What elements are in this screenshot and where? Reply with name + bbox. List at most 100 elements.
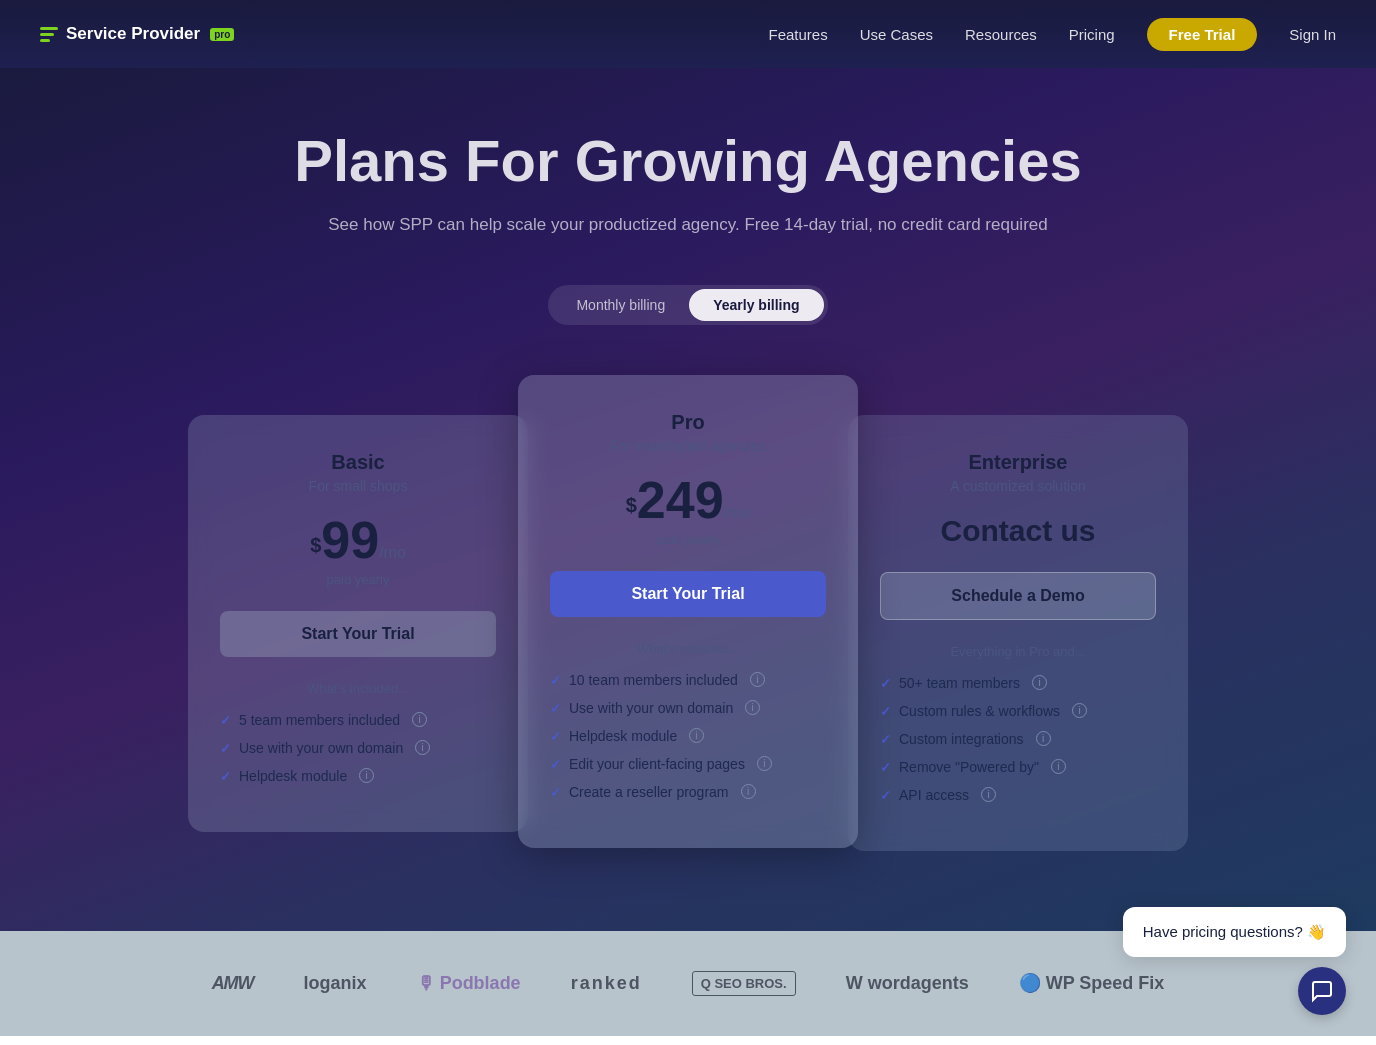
- feature-text: API access: [899, 787, 969, 803]
- list-item: ✓ 10 team members included i: [550, 672, 826, 688]
- logo-wordagents: W wordagents: [846, 973, 969, 994]
- pro-plan-subtitle: For established agencies: [550, 438, 826, 454]
- pro-plan-price: $249/mo: [550, 474, 826, 526]
- basic-feature-list: ✓ 5 team members included i ✓ Use with y…: [220, 712, 496, 784]
- info-icon[interactable]: i: [741, 784, 756, 799]
- feature-text: Helpdesk module: [569, 728, 677, 744]
- list-item: ✓ 50+ team members i: [880, 675, 1156, 691]
- nav-features[interactable]: Features: [768, 26, 827, 43]
- check-icon: ✓: [880, 788, 891, 803]
- list-item: ✓ Custom integrations i: [880, 731, 1156, 747]
- feature-text: 5 team members included: [239, 712, 400, 728]
- info-icon[interactable]: i: [412, 712, 427, 727]
- enterprise-plan-subtitle: A customized solution: [880, 478, 1156, 494]
- info-icon[interactable]: i: [1032, 675, 1047, 690]
- list-item: ✓ Create a reseller program i: [550, 784, 826, 800]
- pro-currency: $: [626, 493, 637, 515]
- basic-start-trial-button[interactable]: Start Your Trial: [220, 611, 496, 657]
- basic-plan-subtitle: For small shops: [220, 478, 496, 494]
- feature-text: Use with your own domain: [239, 740, 403, 756]
- chat-bubble: Have pricing questions? 👋: [1123, 907, 1346, 957]
- nav-resources[interactable]: Resources: [965, 26, 1037, 43]
- check-icon: ✓: [550, 785, 561, 800]
- feature-text: 10 team members included: [569, 672, 738, 688]
- check-icon: ✓: [880, 676, 891, 691]
- feature-text: 50+ team members: [899, 675, 1020, 691]
- hero-title: Plans For Growing Agencies: [20, 128, 1356, 195]
- info-icon[interactable]: i: [415, 740, 430, 755]
- schedule-demo-button[interactable]: Schedule a Demo: [880, 572, 1156, 620]
- check-icon: ✓: [220, 741, 231, 756]
- pro-start-trial-button[interactable]: Start Your Trial: [550, 571, 826, 617]
- pro-period: /mo: [724, 504, 751, 521]
- info-icon[interactable]: i: [981, 787, 996, 802]
- basic-plan-price: $99/mo: [220, 514, 496, 566]
- feature-text: Helpdesk module: [239, 768, 347, 784]
- check-icon: ✓: [550, 701, 561, 716]
- logo[interactable]: Service Provider pro: [40, 24, 234, 44]
- pro-plan-card: Pro For established agencies $249/mo pai…: [518, 375, 858, 848]
- feature-text: Remove "Powered by": [899, 759, 1039, 775]
- logo-podblade: 🎙 Podblade: [417, 973, 521, 994]
- basic-plan-title: Basic: [220, 451, 496, 474]
- logo-seobros: Q SEO BROS.: [692, 971, 796, 996]
- feature-text: Create a reseller program: [569, 784, 729, 800]
- logo-pro-badge: pro: [210, 28, 234, 41]
- pro-amount: 249: [637, 471, 724, 529]
- info-icon[interactable]: i: [1036, 731, 1051, 746]
- check-icon: ✓: [550, 729, 561, 744]
- hero-subtitle: See how SPP can help scale your producti…: [20, 215, 1356, 235]
- list-item: ✓ Helpdesk module i: [550, 728, 826, 744]
- check-icon: ✓: [880, 732, 891, 747]
- check-icon: ✓: [550, 673, 561, 688]
- enterprise-plan-title: Enterprise: [880, 451, 1156, 474]
- list-item: ✓ Remove "Powered by" i: [880, 759, 1156, 775]
- billing-toggle: Monthly billing Yearly billing: [548, 285, 827, 325]
- info-icon[interactable]: i: [757, 756, 772, 771]
- free-trial-button[interactable]: Free Trial: [1147, 18, 1258, 51]
- basic-amount: 99: [321, 511, 379, 569]
- hero-section: Plans For Growing Agencies See how SPP c…: [0, 68, 1376, 931]
- info-icon[interactable]: i: [750, 672, 765, 687]
- info-icon[interactable]: i: [1051, 759, 1066, 774]
- chat-widget: Have pricing questions? 👋: [1123, 907, 1346, 1015]
- pro-whats-included: What's included...: [550, 641, 826, 656]
- info-icon[interactable]: i: [745, 700, 760, 715]
- info-icon[interactable]: i: [359, 768, 374, 783]
- info-icon[interactable]: i: [1072, 703, 1087, 718]
- nav-pricing[interactable]: Pricing: [1069, 26, 1115, 43]
- check-icon: ✓: [550, 757, 561, 772]
- feature-text: Custom rules & workflows: [899, 703, 1060, 719]
- pricing-cards: Basic For small shops $99/mo paid yearly…: [138, 375, 1238, 851]
- list-item: ✓ Edit your client-facing pages i: [550, 756, 826, 772]
- nav-links: Features Use Cases Resources Pricing Fre…: [768, 18, 1336, 51]
- list-item: ✓ Use with your own domain i: [550, 700, 826, 716]
- logo-amw: AMW: [212, 973, 254, 994]
- logo-text: Service Provider: [66, 24, 200, 44]
- feature-text: Use with your own domain: [569, 700, 733, 716]
- basic-billing-note: paid yearly: [220, 572, 496, 587]
- enterprise-feature-list: ✓ 50+ team members i ✓ Custom rules & wo…: [880, 675, 1156, 803]
- yearly-billing-option[interactable]: Yearly billing: [689, 289, 823, 321]
- pro-feature-list: ✓ 10 team members included i ✓ Use with …: [550, 672, 826, 800]
- pro-billing-note: paid yearly: [550, 532, 826, 547]
- logo-ranked: ranked: [571, 973, 642, 994]
- list-item: ✓ 5 team members included i: [220, 712, 496, 728]
- logo-icon: [40, 27, 58, 42]
- logo-loganix: loganix: [304, 973, 367, 994]
- sign-in-link[interactable]: Sign In: [1289, 26, 1336, 43]
- list-item: ✓ Custom rules & workflows i: [880, 703, 1156, 719]
- basic-currency: $: [310, 533, 321, 555]
- chat-open-button[interactable]: [1298, 967, 1346, 1015]
- list-item: ✓ Helpdesk module i: [220, 768, 496, 784]
- monthly-billing-option[interactable]: Monthly billing: [552, 289, 689, 321]
- feature-text: Edit your client-facing pages: [569, 756, 745, 772]
- enterprise-plan-card: Enterprise A customized solution Contact…: [848, 415, 1188, 851]
- chat-icon: [1310, 979, 1334, 1003]
- info-icon[interactable]: i: [689, 728, 704, 743]
- basic-period: /mo: [379, 544, 406, 561]
- pro-plan-title: Pro: [550, 411, 826, 434]
- check-icon: ✓: [220, 713, 231, 728]
- list-item: ✓ Use with your own domain i: [220, 740, 496, 756]
- nav-use-cases[interactable]: Use Cases: [860, 26, 933, 43]
